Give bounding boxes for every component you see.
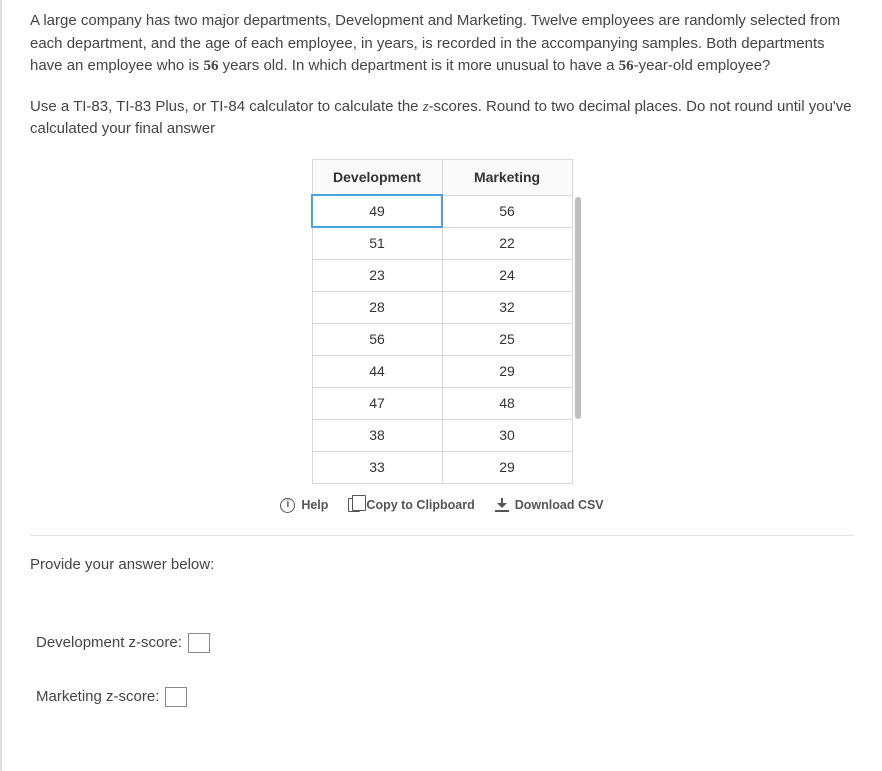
table-cell[interactable]: 33	[312, 451, 442, 483]
table-row: 4956	[312, 195, 572, 227]
table-cell[interactable]: 24	[442, 259, 572, 291]
table-cell[interactable]: 51	[312, 227, 442, 259]
table-cell[interactable]: 38	[312, 419, 442, 451]
table-cell[interactable]: 44	[312, 355, 442, 387]
marketing-zscore-row: Marketing z-score:	[36, 687, 854, 707]
scrollbar-thumb[interactable]	[575, 197, 581, 419]
question-text: years old. In which department is it mor…	[218, 57, 618, 74]
column-header-development[interactable]: Development	[312, 159, 442, 195]
info-icon: i	[280, 498, 295, 513]
download-icon	[495, 498, 509, 512]
table-cell[interactable]: 49	[312, 195, 442, 227]
table-cell[interactable]: 23	[312, 259, 442, 291]
table-cell[interactable]: 29	[442, 451, 572, 483]
table-cell[interactable]: 25	[442, 323, 572, 355]
table-cell[interactable]: 47	[312, 387, 442, 419]
development-zscore-row: Development z-score:	[36, 633, 854, 653]
table-row: 3329	[312, 451, 572, 483]
table-row: 5122	[312, 227, 572, 259]
copy-icon	[348, 498, 360, 512]
table-cell[interactable]: 56	[312, 323, 442, 355]
table-cell[interactable]: 22	[442, 227, 572, 259]
table-cell[interactable]: 29	[442, 355, 572, 387]
answer-prompt: Provide your answer below:	[30, 556, 854, 573]
question-paragraph-2: Use a TI-83, TI-83 Plus, or TI-84 calcul…	[30, 96, 854, 141]
column-header-marketing[interactable]: Marketing	[442, 159, 572, 195]
table-cell[interactable]: 56	[442, 195, 572, 227]
table-row: 5625	[312, 323, 572, 355]
table-row: 2324	[312, 259, 572, 291]
download-csv-button[interactable]: Download CSV	[495, 498, 604, 512]
table-row: 4748	[312, 387, 572, 419]
data-table[interactable]: Development Marketing 495651222324283256…	[312, 159, 573, 484]
development-zscore-label: Development z-score:	[36, 634, 182, 651]
copy-label: Copy to Clipboard	[366, 498, 474, 512]
table-row: 2832	[312, 291, 572, 323]
question-text: -year-old employee?	[634, 57, 771, 74]
marketing-zscore-label: Marketing z-score:	[36, 688, 159, 705]
table-row: 3830	[312, 419, 572, 451]
help-label: Help	[301, 498, 328, 512]
download-label: Download CSV	[515, 498, 604, 512]
marketing-zscore-input[interactable]	[165, 687, 187, 707]
question-paragraph-1: A large company has two major department…	[30, 10, 854, 78]
table-cell[interactable]: 28	[312, 291, 442, 323]
table-row: 4429	[312, 355, 572, 387]
question-text: Use a TI-83, TI-83 Plus, or TI-84 calcul…	[30, 98, 423, 115]
copy-to-clipboard-button[interactable]: Copy to Clipboard	[348, 498, 474, 512]
table-scrollbar[interactable]	[575, 197, 581, 482]
table-cell[interactable]: 32	[442, 291, 572, 323]
table-cell[interactable]: 48	[442, 387, 572, 419]
bold-number: 56	[203, 58, 218, 74]
development-zscore-input[interactable]	[188, 633, 210, 653]
table-toolbar: i Help Copy to Clipboard Download CSV	[30, 498, 854, 513]
table-cell[interactable]: 30	[442, 419, 572, 451]
section-divider	[30, 535, 854, 536]
help-button[interactable]: i Help	[280, 498, 328, 513]
bold-number: 56	[619, 58, 634, 74]
